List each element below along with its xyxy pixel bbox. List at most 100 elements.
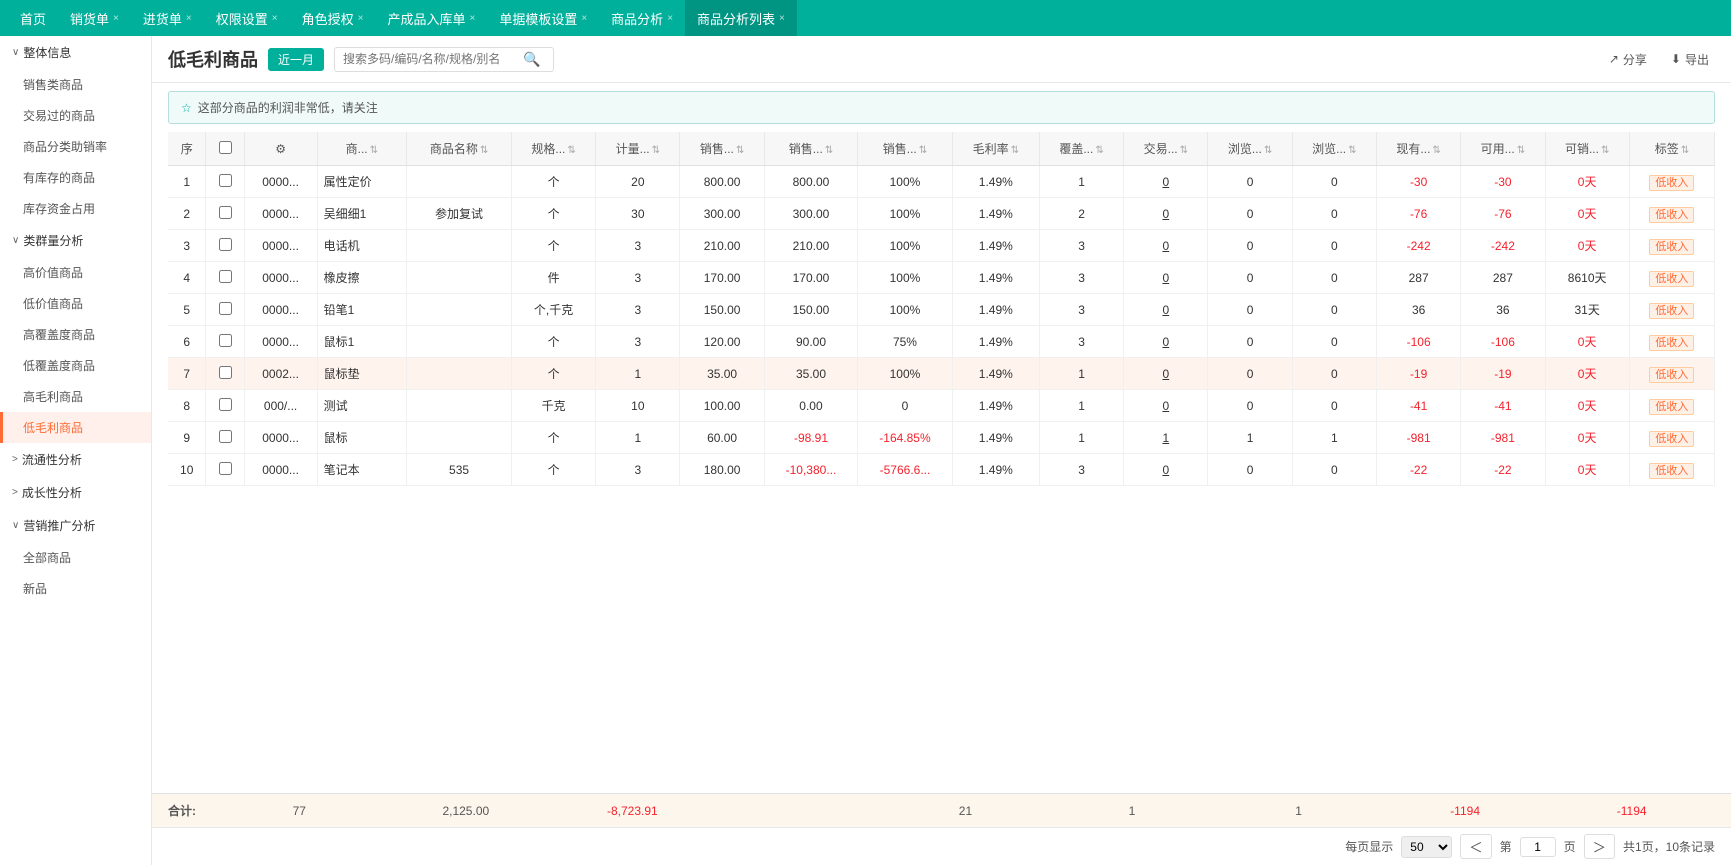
close-icon[interactable]: ×	[581, 13, 587, 24]
row-checkbox[interactable]	[219, 238, 232, 251]
row-checkbox[interactable]	[219, 334, 232, 347]
next-page-btn[interactable]: ＞	[1584, 834, 1615, 859]
cell-name[interactable]: 铅笔1	[317, 294, 407, 326]
export-btn[interactable]: ⬇ 导出	[1665, 48, 1715, 71]
filter-btn[interactable]: 近一月	[268, 48, 324, 71]
page-input[interactable]	[1520, 837, 1556, 857]
nav-item[interactable]: 角色授权×	[290, 0, 376, 36]
sidebar-group-header[interactable]: >流通性分析	[0, 443, 151, 476]
nav-item[interactable]: 产成品入库单×	[375, 0, 487, 36]
cell-name[interactable]: 鼠标垫	[317, 358, 407, 390]
close-icon[interactable]: ×	[667, 13, 673, 24]
col-sales-amount[interactable]: 销售...⇅	[858, 132, 952, 166]
sidebar-item[interactable]: 商品分类助销率	[0, 131, 151, 162]
sidebar-group-header[interactable]: ∨整体信息	[0, 36, 151, 69]
nav-item[interactable]: 单据模板设置×	[487, 0, 599, 36]
cell-check[interactable]	[206, 422, 244, 454]
cell-trade[interactable]: 0	[1124, 390, 1208, 422]
row-checkbox[interactable]	[219, 430, 232, 443]
cell-name[interactable]: 测试	[317, 390, 407, 422]
col-saleable[interactable]: 可销...⇅	[1545, 132, 1629, 166]
select-all-checkbox[interactable]	[219, 141, 232, 154]
cell-trade[interactable]: 0	[1124, 326, 1208, 358]
col-check[interactable]	[206, 132, 244, 166]
sidebar-item[interactable]: 低毛利商品	[0, 412, 151, 443]
cell-check[interactable]	[206, 390, 244, 422]
cell-check[interactable]	[206, 358, 244, 390]
cell-name[interactable]: 鼠标1	[317, 326, 407, 358]
cell-check[interactable]	[206, 166, 244, 198]
col-browse1[interactable]: 浏览...⇅	[1208, 132, 1292, 166]
sidebar-item[interactable]: 交易过的商品	[0, 100, 151, 131]
cell-name[interactable]: 电话机	[317, 230, 407, 262]
cell-trade[interactable]: 0	[1124, 198, 1208, 230]
sidebar-group-header[interactable]: ∨营销推广分析	[0, 509, 151, 542]
col-stock[interactable]: 现有...⇅	[1376, 132, 1460, 166]
col-sales-price[interactable]: 销售...⇅	[764, 132, 858, 166]
col-browse2[interactable]: 浏览...⇅	[1292, 132, 1376, 166]
sidebar-group-header[interactable]: >成长性分析	[0, 476, 151, 509]
close-icon[interactable]: ×	[469, 13, 475, 24]
table-container[interactable]: 序 ⚙ 商...⇅ 商品名称⇅ 规格...⇅ 计量...⇅ 销售...⇅ 销售.…	[152, 132, 1731, 793]
sidebar-item[interactable]: 库存资金占用	[0, 193, 151, 224]
share-btn[interactable]: ↗ 分享	[1603, 48, 1653, 71]
cell-name[interactable]: 笔记本	[317, 454, 407, 486]
cell-name[interactable]: 吴细细1	[317, 198, 407, 230]
col-coverage[interactable]: 覆盖...⇅	[1039, 132, 1123, 166]
nav-item[interactable]: 商品分析×	[599, 0, 685, 36]
cell-name[interactable]: 属性定价	[317, 166, 407, 198]
row-checkbox[interactable]	[219, 174, 232, 187]
per-page-select[interactable]: 50 20 100	[1401, 836, 1452, 858]
sidebar-item[interactable]: 高价值商品	[0, 257, 151, 288]
close-icon[interactable]: ×	[779, 13, 785, 24]
cell-trade[interactable]: 0	[1124, 262, 1208, 294]
nav-item[interactable]: 销货单×	[58, 0, 131, 36]
close-icon[interactable]: ×	[358, 13, 364, 24]
search-input[interactable]	[343, 52, 523, 66]
col-trade[interactable]: 交易...⇅	[1124, 132, 1208, 166]
sidebar-group-header[interactable]: ∨类群量分析	[0, 224, 151, 257]
cell-trade[interactable]: 1	[1124, 422, 1208, 454]
nav-item[interactable]: 商品分析列表×	[685, 0, 797, 36]
cell-check[interactable]	[206, 262, 244, 294]
cell-trade[interactable]: 0	[1124, 230, 1208, 262]
sidebar-item[interactable]: 高毛利商品	[0, 381, 151, 412]
cell-trade[interactable]: 0	[1124, 454, 1208, 486]
sidebar-item[interactable]: 新品	[0, 573, 151, 604]
col-code[interactable]: 商...⇅	[317, 132, 407, 166]
sidebar-item[interactable]: 低价值商品	[0, 288, 151, 319]
sidebar-item[interactable]: 全部商品	[0, 542, 151, 573]
close-icon[interactable]: ×	[272, 13, 278, 24]
col-settings[interactable]: ⚙	[244, 132, 317, 166]
cell-check[interactable]	[206, 294, 244, 326]
col-unit[interactable]: 计量...⇅	[596, 132, 680, 166]
col-tag[interactable]: 标签⇅	[1629, 132, 1714, 166]
prev-page-btn[interactable]: ＜	[1460, 834, 1491, 859]
cell-trade[interactable]: 0	[1124, 166, 1208, 198]
col-available[interactable]: 可用...⇅	[1461, 132, 1545, 166]
cell-check[interactable]	[206, 454, 244, 486]
nav-item[interactable]: 权限设置×	[204, 0, 290, 36]
cell-check[interactable]	[206, 198, 244, 230]
sidebar-item[interactable]: 有库存的商品	[0, 162, 151, 193]
row-checkbox[interactable]	[219, 270, 232, 283]
col-spec[interactable]: 规格...⇅	[511, 132, 595, 166]
close-icon[interactable]: ×	[113, 13, 119, 24]
close-icon[interactable]: ×	[186, 13, 192, 24]
sidebar-item[interactable]: 低覆盖度商品	[0, 350, 151, 381]
cell-check[interactable]	[206, 326, 244, 358]
row-checkbox[interactable]	[219, 302, 232, 315]
nav-item[interactable]: 进货单×	[131, 0, 204, 36]
row-checkbox[interactable]	[219, 462, 232, 475]
cell-name[interactable]: 鼠标	[317, 422, 407, 454]
col-sales-qty[interactable]: 销售...⇅	[680, 132, 764, 166]
col-gross-pct[interactable]: 毛利率⇅	[952, 132, 1039, 166]
sidebar-item[interactable]: 高覆盖度商品	[0, 319, 151, 350]
cell-name[interactable]: 橡皮擦	[317, 262, 407, 294]
row-checkbox[interactable]	[219, 206, 232, 219]
row-checkbox[interactable]	[219, 366, 232, 379]
cell-trade[interactable]: 0	[1124, 358, 1208, 390]
col-name[interactable]: 商品名称⇅	[407, 132, 512, 166]
cell-trade[interactable]: 0	[1124, 294, 1208, 326]
cell-check[interactable]	[206, 230, 244, 262]
